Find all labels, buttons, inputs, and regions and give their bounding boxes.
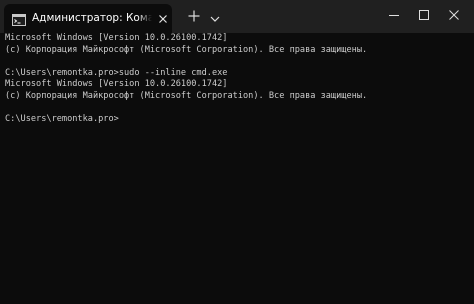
chevron-down-icon[interactable] (208, 10, 222, 22)
minimize-icon (389, 15, 399, 16)
terminal-line: (c) Корпорация Майкрософт (Microsoft Cor… (5, 90, 368, 101)
plus-icon[interactable] (186, 8, 202, 24)
terminal-line: (c) Корпорация Майкрософт (Microsoft Cor… (5, 44, 368, 55)
terminal-window: Администратор: Командная строка (0, 0, 474, 304)
terminal-line: C:\Users\remontka.pro>sudo --inline cmd.… (5, 67, 228, 78)
close-button[interactable] (434, 0, 474, 30)
close-tab-icon[interactable] (156, 11, 170, 25)
title-bar[interactable]: Администратор: Командная строка (0, 0, 474, 33)
scrollbar[interactable] (470, 36, 473, 256)
close-icon (449, 10, 459, 20)
tab-command-prompt[interactable]: Администратор: Командная строка (4, 4, 172, 33)
terminal-prompt: C:\Users\remontka.pro> (5, 113, 119, 124)
cmd-icon (12, 11, 26, 26)
terminal-output[interactable]: Microsoft Windows [Version 10.0.26100.17… (5, 33, 469, 299)
terminal-line: Microsoft Windows [Version 10.0.26100.17… (5, 79, 228, 89)
tab-title: Администратор: Командная строка (32, 12, 152, 24)
maximize-icon (419, 10, 429, 20)
terminal-line: Microsoft Windows [Version 10.0.26100.17… (5, 33, 228, 43)
